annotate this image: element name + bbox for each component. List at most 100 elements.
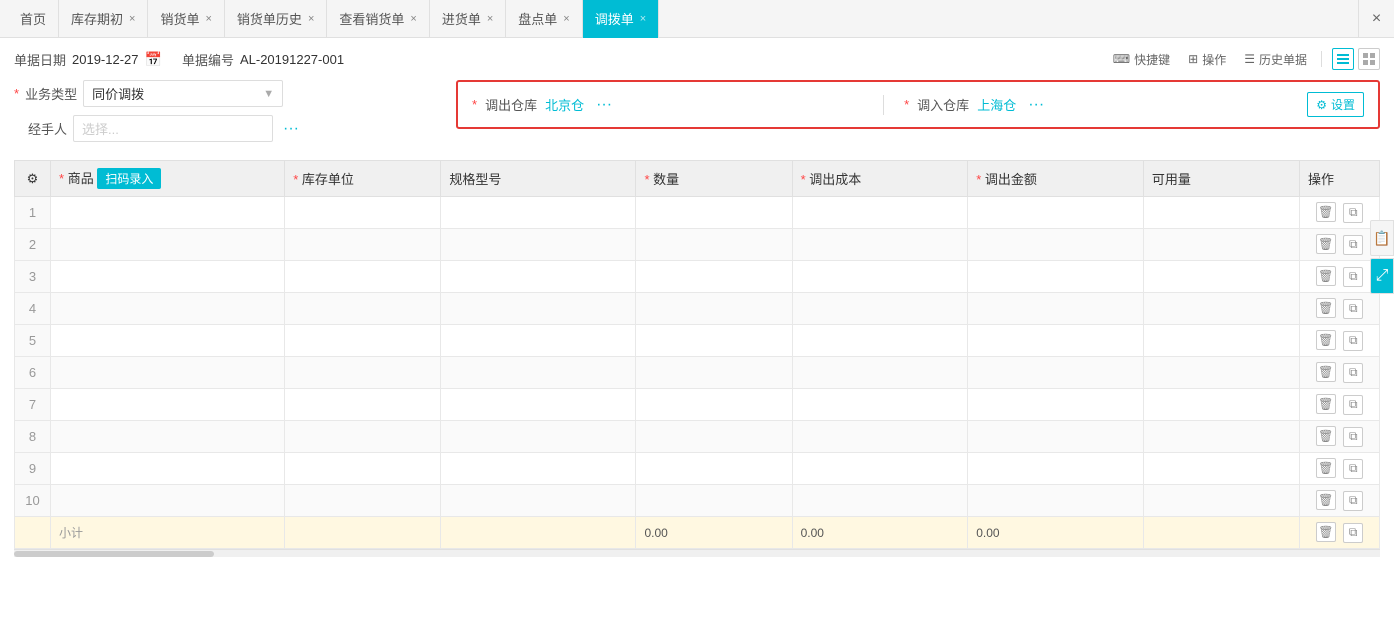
copy-row-icon[interactable]: ⧉ [1343, 427, 1363, 447]
qty-cell[interactable] [636, 261, 792, 293]
close-tab-view-sales[interactable]: × [410, 13, 416, 25]
amount-cell[interactable] [968, 197, 1144, 229]
handler-input[interactable]: 选择... [73, 115, 273, 142]
unit-cell[interactable] [285, 421, 441, 453]
product-cell[interactable] [51, 229, 285, 261]
transfer-in-more-btn[interactable]: ··· [1028, 96, 1044, 114]
spec-cell[interactable] [441, 421, 636, 453]
amount-cell[interactable] [968, 229, 1144, 261]
expand-side-btn[interactable]: ⤢ [1370, 258, 1394, 294]
spec-cell[interactable] [441, 197, 636, 229]
tab-transfer[interactable]: 调拨单 × [583, 0, 659, 38]
settings-button[interactable]: ⚙ 设置 [1307, 92, 1364, 117]
amount-cell[interactable] [968, 485, 1144, 517]
qty-cell[interactable] [636, 357, 792, 389]
business-type-select[interactable]: 同价调拨 ▼ [83, 80, 283, 107]
spec-cell[interactable] [441, 357, 636, 389]
copy-row-icon[interactable]: ⧉ [1343, 299, 1363, 319]
window-close-button[interactable]: × [1358, 0, 1394, 38]
cost-cell[interactable] [792, 357, 968, 389]
handler-more-btn[interactable]: ··· [283, 120, 299, 138]
delete-row-icon[interactable]: 🗑 [1316, 234, 1336, 254]
copy-row-icon[interactable]: ⧉ [1343, 203, 1363, 223]
delete-row-icon[interactable]: 🗑 [1316, 202, 1336, 222]
amount-cell[interactable] [968, 389, 1144, 421]
delete-row-icon[interactable]: 🗑 [1316, 298, 1336, 318]
spec-cell[interactable] [441, 453, 636, 485]
tab-view-sales[interactable]: 查看销货单 × [327, 0, 429, 38]
copy-row-icon[interactable]: ⧉ [1343, 331, 1363, 351]
cost-cell[interactable] [792, 197, 968, 229]
qty-cell[interactable] [636, 421, 792, 453]
qty-cell[interactable] [636, 485, 792, 517]
delete-row-icon[interactable]: 🗑 [1316, 362, 1336, 382]
product-cell[interactable] [51, 485, 285, 517]
copy-row-icon[interactable]: ⧉ [1343, 491, 1363, 511]
amount-cell[interactable] [968, 421, 1144, 453]
qty-cell[interactable] [636, 229, 792, 261]
unit-cell[interactable] [285, 325, 441, 357]
delete-row-icon[interactable]: 🗑 [1316, 458, 1336, 478]
avail-cell[interactable] [1143, 325, 1299, 357]
avail-cell[interactable] [1143, 197, 1299, 229]
tab-inventory-init[interactable]: 库存期初 × [59, 0, 148, 38]
delete-icon[interactable]: 🗑 [1316, 522, 1336, 542]
tab-sales-order[interactable]: 销货单 × [148, 0, 224, 38]
cost-cell[interactable] [792, 229, 968, 261]
cost-cell[interactable] [792, 421, 968, 453]
spec-cell[interactable] [441, 485, 636, 517]
close-tab-inventory-init[interactable]: × [129, 13, 135, 25]
spec-cell[interactable] [441, 261, 636, 293]
product-cell[interactable] [51, 453, 285, 485]
qty-cell[interactable] [636, 325, 792, 357]
qty-cell[interactable] [636, 389, 792, 421]
close-tab-stocktake[interactable]: × [563, 13, 569, 25]
tab-sales-history[interactable]: 销货单历史 × [225, 0, 327, 38]
cost-cell[interactable] [792, 453, 968, 485]
spec-cell[interactable] [441, 389, 636, 421]
avail-cell[interactable] [1143, 453, 1299, 485]
view-toggle-list[interactable] [1332, 48, 1354, 70]
view-toggle-grid[interactable] [1358, 48, 1380, 70]
delete-row-icon[interactable]: 🗑 [1316, 330, 1336, 350]
amount-cell[interactable] [968, 261, 1144, 293]
spec-cell[interactable] [441, 229, 636, 261]
scroll-thumb[interactable] [14, 551, 214, 557]
qty-cell[interactable] [636, 453, 792, 485]
amount-cell[interactable] [968, 357, 1144, 389]
copy-row-icon[interactable]: ⧉ [1343, 459, 1363, 479]
close-tab-sales-history[interactable]: × [308, 13, 314, 25]
notes-side-btn[interactable]: 📋 [1370, 220, 1394, 256]
delete-row-icon[interactable]: 🗑 [1316, 426, 1336, 446]
avail-cell[interactable] [1143, 421, 1299, 453]
avail-cell[interactable] [1143, 229, 1299, 261]
spec-cell[interactable] [441, 293, 636, 325]
avail-cell[interactable] [1143, 357, 1299, 389]
product-cell[interactable] [51, 325, 285, 357]
product-cell[interactable] [51, 389, 285, 421]
product-cell[interactable] [51, 197, 285, 229]
calendar-icon[interactable]: 📅 [145, 51, 162, 68]
copy-row-icon[interactable]: ⧉ [1343, 267, 1363, 287]
cost-cell[interactable] [792, 485, 968, 517]
qty-cell[interactable] [636, 293, 792, 325]
avail-cell[interactable] [1143, 389, 1299, 421]
close-tab-transfer[interactable]: × [640, 13, 646, 25]
amount-cell[interactable] [968, 453, 1144, 485]
horizontal-scrollbar[interactable] [14, 549, 1380, 557]
cost-cell[interactable] [792, 389, 968, 421]
amount-cell[interactable] [968, 325, 1144, 357]
unit-cell[interactable] [285, 261, 441, 293]
unit-cell[interactable] [285, 197, 441, 229]
tab-home[interactable]: 首页 [8, 0, 59, 38]
operations-btn[interactable]: ⊞ 操作 [1184, 49, 1230, 70]
tab-purchase[interactable]: 进货单 × [430, 0, 506, 38]
copy-row-icon[interactable]: ⧉ [1343, 363, 1363, 383]
close-tab-sales-order[interactable]: × [205, 13, 211, 25]
delete-row-icon[interactable]: 🗑 [1316, 394, 1336, 414]
cost-cell[interactable] [792, 261, 968, 293]
close-tab-purchase[interactable]: × [487, 13, 493, 25]
spec-cell[interactable] [441, 325, 636, 357]
delete-row-icon[interactable]: 🗑 [1316, 266, 1336, 286]
unit-cell[interactable] [285, 485, 441, 517]
